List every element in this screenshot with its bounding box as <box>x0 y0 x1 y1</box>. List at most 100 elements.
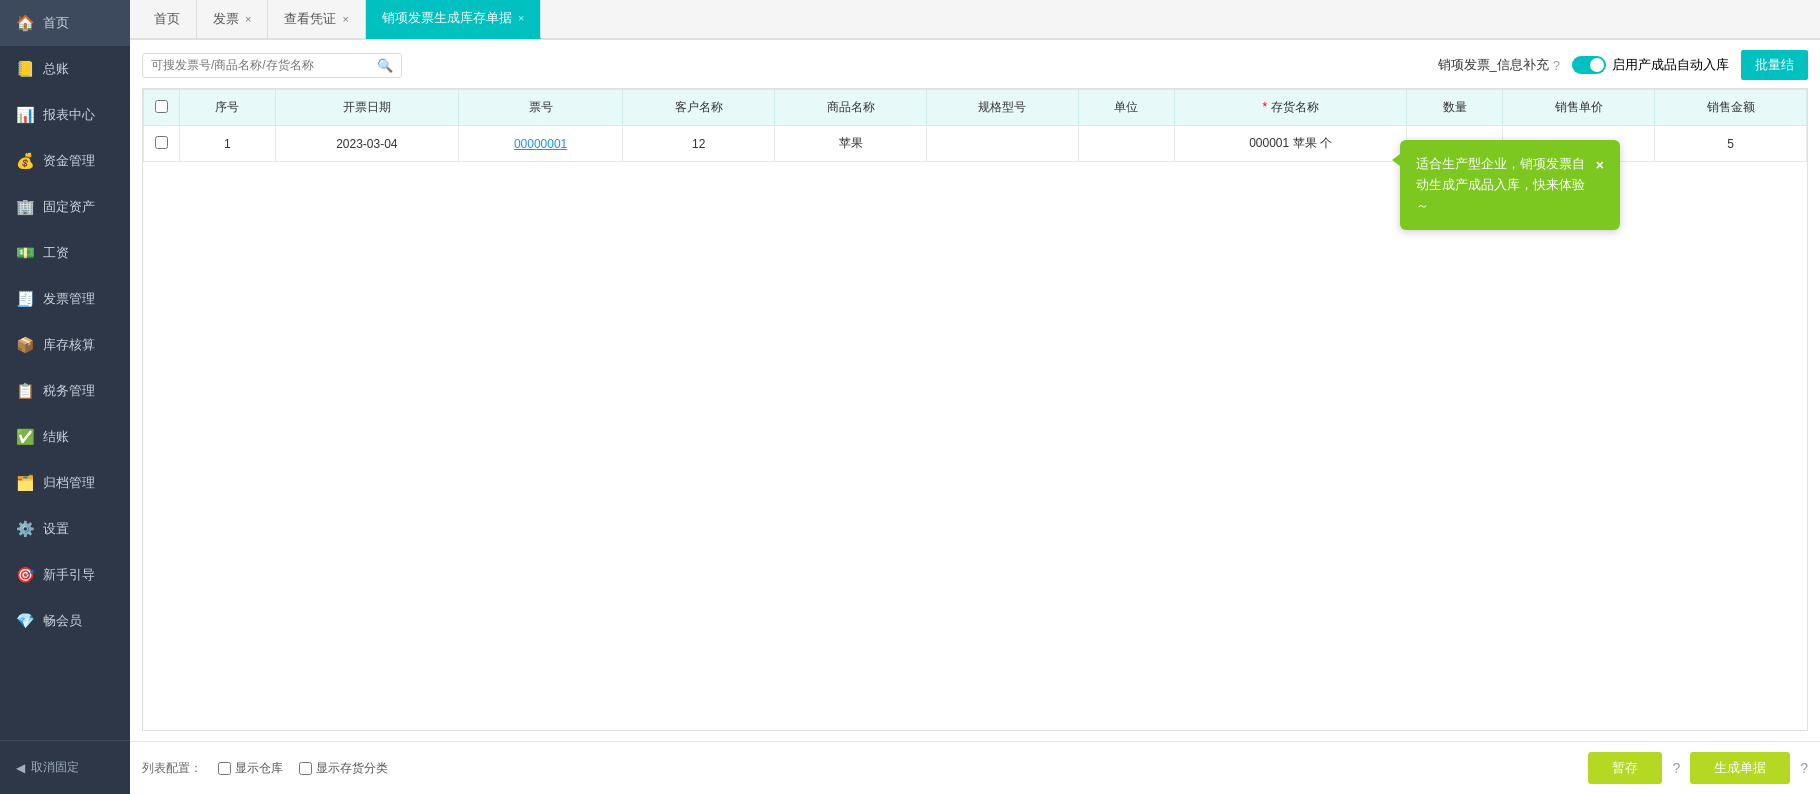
row-date: 2023-03-04 <box>275 126 458 162</box>
tab-cancel-invoice-close[interactable]: × <box>518 12 524 24</box>
table-header-row: 序号 开票日期 票号 客户名称 商品名称 规格型号 单位 存货名称 数量 销售单… <box>144 90 1807 126</box>
header-number: 票号 <box>458 90 622 126</box>
auto-warehouse-toggle[interactable] <box>1572 56 1606 74</box>
report-icon: 📊 <box>16 106 35 124</box>
toolbar-row: 🔍 销项发票_信息补充 ? 启用产成品自动入库 批量结 <box>142 50 1808 80</box>
header-quantity: 数量 <box>1407 90 1503 126</box>
fund-icon: 💰 <box>16 152 35 170</box>
search-input[interactable] <box>151 58 371 72</box>
search-icon[interactable]: 🔍 <box>377 58 393 73</box>
header-unit-price: 销售单价 <box>1503 90 1655 126</box>
save-button[interactable]: 暂存 <box>1588 752 1662 784</box>
sidebar-item-vip[interactable]: 💎 畅会员 <box>0 598 130 644</box>
sidebar-item-label: 资金管理 <box>43 152 95 170</box>
main-content: 首页 发票 × 查看凭证 × 销项发票生成库存单据 × 🔍 销项发票_信息补充 <box>130 0 1820 794</box>
save-help-icon[interactable]: ? <box>1672 760 1680 776</box>
info-help-icon[interactable]: ? <box>1553 58 1560 73</box>
sidebar-item-payroll[interactable]: 💵 工资 <box>0 230 130 276</box>
batch-button[interactable]: 批量结 <box>1741 50 1808 80</box>
row-spec <box>926 126 1078 162</box>
sidebar-item-label: 固定资产 <box>43 198 95 216</box>
tab-view-voucher-close[interactable]: × <box>342 13 348 25</box>
show-warehouse-item: 显示仓库 <box>218 760 283 777</box>
header-customer: 客户名称 <box>623 90 775 126</box>
sidebar-item-inventory[interactable]: 📦 库存核算 <box>0 322 130 368</box>
toggle-label: 启用产成品自动入库 <box>1612 56 1729 74</box>
show-category-checkbox[interactable] <box>299 762 312 775</box>
sidebar-bottom: ◀ 取消固定 <box>0 740 130 794</box>
show-category-item: 显示存货分类 <box>299 760 388 777</box>
home-icon: 🏠 <box>16 14 35 32</box>
tab-invoice-close[interactable]: × <box>245 13 251 25</box>
show-category-label: 显示存货分类 <box>316 760 388 777</box>
row-customer: 12 <box>623 126 775 162</box>
show-warehouse-checkbox[interactable] <box>218 762 231 775</box>
payroll-icon: 💵 <box>16 244 35 262</box>
header-product-name: 商品名称 <box>775 90 927 126</box>
bottom-actions: 暂存 ? 生成单据 ? <box>1588 752 1808 784</box>
sidebar-item-report-center[interactable]: 📊 报表中心 <box>0 92 130 138</box>
content-area: 🔍 销项发票_信息补充 ? 启用产成品自动入库 批量结 <box>130 40 1820 741</box>
tab-view-voucher-label: 查看凭证 <box>284 10 336 28</box>
tab-cancel-invoice-label: 销项发票生成库存单据 <box>382 9 512 27</box>
tax-icon: 📋 <box>16 382 35 400</box>
row-product-name: 苹果 <box>775 126 927 162</box>
tab-bar: 首页 发票 × 查看凭证 × 销项发票生成库存单据 × <box>130 0 1820 40</box>
row-seq: 1 <box>180 126 276 162</box>
tab-view-voucher[interactable]: 查看凭证 × <box>268 0 365 39</box>
info-label: 销项发票_信息补充 ? <box>1438 56 1560 74</box>
tooltip-close-button[interactable]: × <box>1596 154 1604 176</box>
tooltip-popup: × 适合生产型企业，销项发票自动生成产成品入库，快来体验～ <box>1400 140 1620 230</box>
sidebar-item-label: 库存核算 <box>43 336 95 354</box>
sidebar-item-invoice-management[interactable]: 🧾 发票管理 <box>0 276 130 322</box>
sidebar: 🏠 首页 📒 总账 📊 报表中心 💰 资金管理 🏢 固定资产 💵 工资 🧾 发票… <box>0 0 130 794</box>
header-date: 开票日期 <box>275 90 458 126</box>
assets-icon: 🏢 <box>16 198 35 216</box>
vip-icon: 💎 <box>16 612 35 630</box>
sidebar-item-label: 设置 <box>43 520 69 538</box>
guide-icon: 🎯 <box>16 566 35 584</box>
tab-home-label: 首页 <box>154 10 180 28</box>
tab-invoice[interactable]: 发票 × <box>197 0 268 39</box>
tooltip-text: 适合生产型企业，销项发票自动生成产成品入库，快来体验～ <box>1416 156 1585 213</box>
tab-invoice-label: 发票 <box>213 10 239 28</box>
sidebar-item-general-ledger[interactable]: 📒 总账 <box>0 46 130 92</box>
sidebar-item-settings[interactable]: ⚙️ 设置 <box>0 506 130 552</box>
settings-icon: ⚙️ <box>16 520 35 538</box>
row-number-link[interactable]: 00000001 <box>514 137 567 151</box>
sidebar-item-fund-management[interactable]: 💰 资金管理 <box>0 138 130 184</box>
inventory-icon: 📦 <box>16 336 35 354</box>
tab-home[interactable]: 首页 <box>138 0 197 39</box>
unfix-icon: ◀ <box>16 761 25 775</box>
sidebar-item-newbie-guide[interactable]: 🎯 新手引导 <box>0 552 130 598</box>
unfix-label: 取消固定 <box>31 759 79 776</box>
sidebar-item-label: 归档管理 <box>43 474 95 492</box>
generate-button[interactable]: 生成单据 <box>1690 752 1790 784</box>
toolbar-right: 销项发票_信息补充 ? 启用产成品自动入库 批量结 <box>1438 50 1808 80</box>
header-spec: 规格型号 <box>926 90 1078 126</box>
sidebar-item-label: 税务管理 <box>43 382 95 400</box>
header-inventory-name: 存货名称 <box>1174 90 1407 126</box>
header-checkbox-col <box>144 90 180 126</box>
sidebar-item-settlement[interactable]: ✅ 结账 <box>0 414 130 460</box>
generate-help-icon[interactable]: ? <box>1800 760 1808 776</box>
sidebar-item-tax-management[interactable]: 📋 税务管理 <box>0 368 130 414</box>
unfix-sidebar-button[interactable]: ◀ 取消固定 <box>0 749 130 786</box>
settlement-icon: ✅ <box>16 428 35 446</box>
row-checkbox-cell <box>144 126 180 162</box>
select-all-checkbox[interactable] <box>155 100 168 113</box>
archive-icon: 🗂️ <box>16 474 35 492</box>
sidebar-item-archive-management[interactable]: 🗂️ 归档管理 <box>0 460 130 506</box>
header-seq: 序号 <box>180 90 276 126</box>
sidebar-item-label: 新手引导 <box>43 566 95 584</box>
search-box[interactable]: 🔍 <box>142 53 402 78</box>
row-unit <box>1078 126 1174 162</box>
row-checkbox-0[interactable] <box>155 136 168 149</box>
sidebar-item-fixed-assets[interactable]: 🏢 固定资产 <box>0 184 130 230</box>
sidebar-item-label: 报表中心 <box>43 106 95 124</box>
show-warehouse-label: 显示仓库 <box>235 760 283 777</box>
bottom-bar: 列表配置： 显示仓库 显示存货分类 暂存 ? 生成单据 ? <box>130 741 1820 794</box>
tab-cancel-invoice[interactable]: 销项发票生成库存单据 × <box>366 0 541 39</box>
sidebar-item-home[interactable]: 🏠 首页 <box>0 0 130 46</box>
sidebar-item-label: 畅会员 <box>43 612 82 630</box>
